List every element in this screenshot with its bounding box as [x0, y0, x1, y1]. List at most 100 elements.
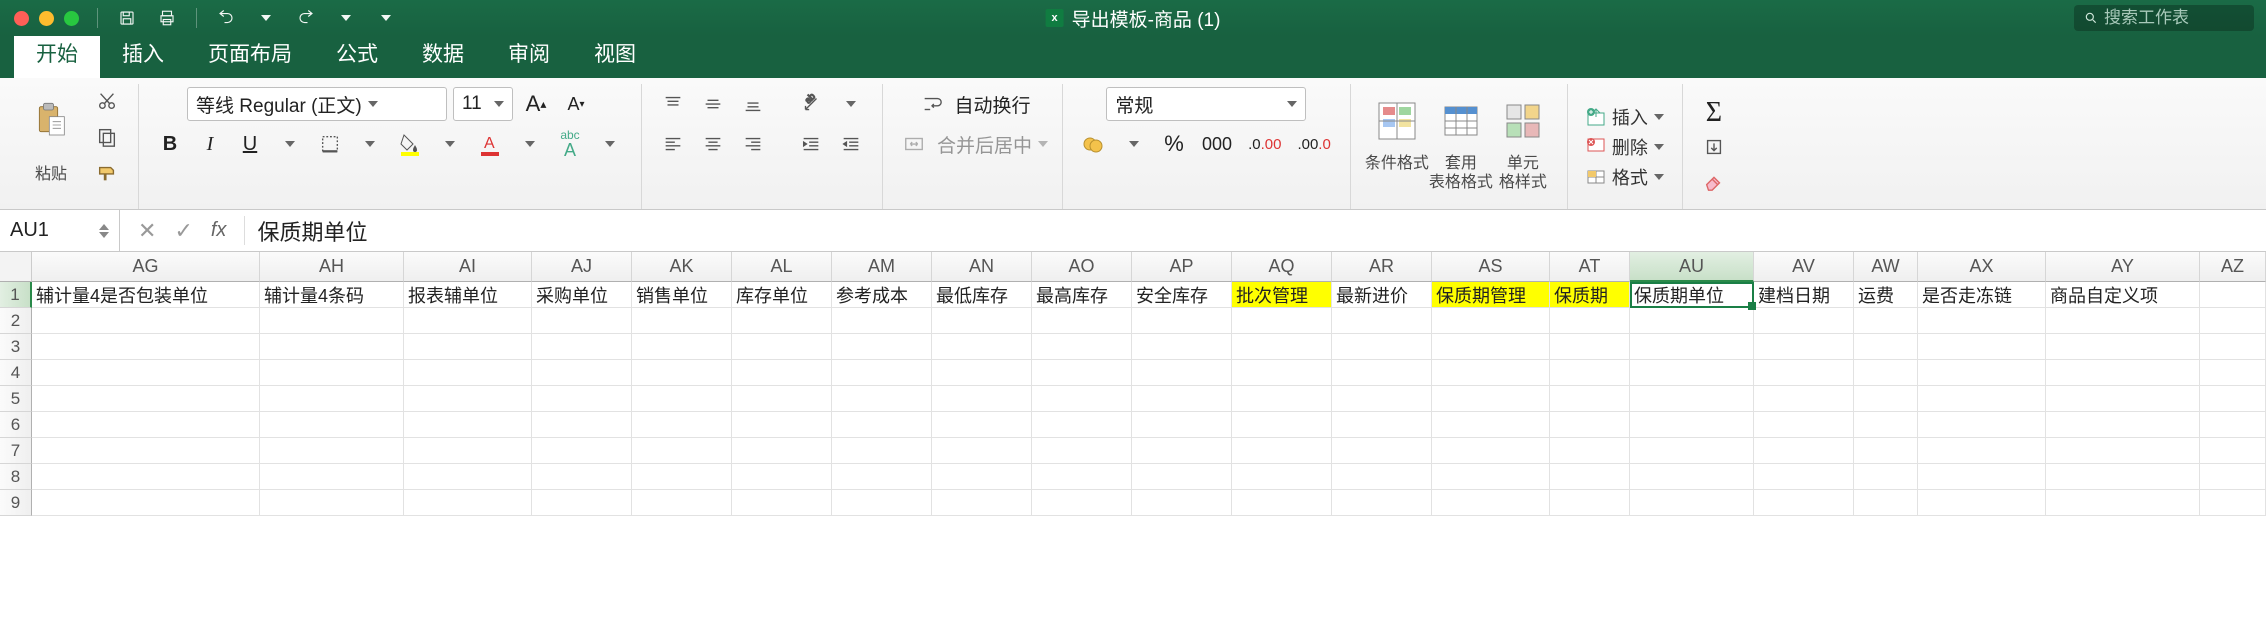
- cell-AX1[interactable]: 是否走冻链: [1918, 282, 2046, 308]
- cell-AG6[interactable]: [32, 412, 260, 438]
- cell-AO9[interactable]: [1032, 490, 1132, 516]
- cell-AY2[interactable]: [2046, 308, 2200, 334]
- cell-AG7[interactable]: [32, 438, 260, 464]
- cell-AP7[interactable]: [1132, 438, 1232, 464]
- bold-button[interactable]: B: [153, 127, 187, 161]
- shrink-font-button[interactable]: A▾: [559, 87, 593, 121]
- cell-AM7[interactable]: [832, 438, 932, 464]
- cell-AT9[interactable]: [1550, 490, 1630, 516]
- column-header-AV[interactable]: AV: [1754, 252, 1854, 282]
- cell-AZ7[interactable]: [2200, 438, 2266, 464]
- cell-AZ9[interactable]: [2200, 490, 2266, 516]
- cell-AP4[interactable]: [1132, 360, 1232, 386]
- percent-button[interactable]: %: [1157, 127, 1191, 161]
- font-color-dropdown[interactable]: [513, 127, 547, 161]
- cell-AJ6[interactable]: [532, 412, 632, 438]
- cut-button[interactable]: [90, 84, 124, 118]
- undo-button[interactable]: [211, 5, 241, 31]
- cell-AY1[interactable]: 商品自定义项: [2046, 282, 2200, 308]
- cell-AK7[interactable]: [632, 438, 732, 464]
- comma-button[interactable]: 000: [1197, 127, 1237, 161]
- cell-AY9[interactable]: [2046, 490, 2200, 516]
- cell-AO2[interactable]: [1032, 308, 1132, 334]
- cell-AJ1[interactable]: 采购单位: [532, 282, 632, 308]
- cell-AW8[interactable]: [1854, 464, 1918, 490]
- undo-dropdown[interactable]: [251, 5, 281, 31]
- italic-button[interactable]: I: [193, 127, 227, 161]
- cell-AO5[interactable]: [1032, 386, 1132, 412]
- font-size-select[interactable]: 11: [453, 87, 513, 121]
- cell-AQ3[interactable]: [1232, 334, 1332, 360]
- cell-AI2[interactable]: [404, 308, 532, 334]
- select-all-corner[interactable]: [0, 252, 32, 282]
- cell-AT7[interactable]: [1550, 438, 1630, 464]
- cell-AT8[interactable]: [1550, 464, 1630, 490]
- conditional-formatting-button[interactable]: [1367, 90, 1427, 152]
- cell-AH9[interactable]: [260, 490, 404, 516]
- cell-AQ1[interactable]: 批次管理: [1232, 282, 1332, 308]
- cell-AY8[interactable]: [2046, 464, 2200, 490]
- cell-AU9[interactable]: [1630, 490, 1754, 516]
- cell-AP8[interactable]: [1132, 464, 1232, 490]
- cell-AW3[interactable]: [1854, 334, 1918, 360]
- cell-AI6[interactable]: [404, 412, 532, 438]
- cell-AG8[interactable]: [32, 464, 260, 490]
- cell-AL5[interactable]: [732, 386, 832, 412]
- cell-AQ9[interactable]: [1232, 490, 1332, 516]
- row-header-3[interactable]: 3: [0, 334, 32, 360]
- cell-AU3[interactable]: [1630, 334, 1754, 360]
- search-sheet-box[interactable]: [2074, 5, 2254, 31]
- align-top-button[interactable]: [656, 87, 690, 121]
- cell-AM2[interactable]: [832, 308, 932, 334]
- cell-AT4[interactable]: [1550, 360, 1630, 386]
- cell-AP5[interactable]: [1132, 386, 1232, 412]
- column-header-AU[interactable]: AU: [1630, 252, 1754, 282]
- indent-increase-button[interactable]: [834, 127, 868, 161]
- cell-AX4[interactable]: [1918, 360, 2046, 386]
- cell-AW1[interactable]: 运费: [1854, 282, 1918, 308]
- cell-AU5[interactable]: [1630, 386, 1754, 412]
- cell-AQ6[interactable]: [1232, 412, 1332, 438]
- cell-AM9[interactable]: [832, 490, 932, 516]
- number-format-select[interactable]: 常规: [1106, 87, 1306, 121]
- cell-AQ8[interactable]: [1232, 464, 1332, 490]
- delete-cells-button[interactable]: 删除: [1582, 132, 1668, 162]
- cell-AR4[interactable]: [1332, 360, 1432, 386]
- cell-AZ5[interactable]: [2200, 386, 2266, 412]
- cell-AV8[interactable]: [1754, 464, 1854, 490]
- cell-AT5[interactable]: [1550, 386, 1630, 412]
- cell-AK3[interactable]: [632, 334, 732, 360]
- cell-AV7[interactable]: [1754, 438, 1854, 464]
- cell-AT6[interactable]: [1550, 412, 1630, 438]
- cell-AX3[interactable]: [1918, 334, 2046, 360]
- orientation-dropdown[interactable]: [834, 87, 868, 121]
- row-header-7[interactable]: 7: [0, 438, 32, 464]
- cell-AS8[interactable]: [1432, 464, 1550, 490]
- cell-AJ2[interactable]: [532, 308, 632, 334]
- cell-AV4[interactable]: [1754, 360, 1854, 386]
- cell-AX8[interactable]: [1918, 464, 2046, 490]
- cells-area[interactable]: 辅计量4是否包装单位辅计量4条码报表辅单位采购单位销售单位库存单位参考成本最低库…: [32, 282, 2266, 516]
- cell-AJ7[interactable]: [532, 438, 632, 464]
- cell-AS7[interactable]: [1432, 438, 1550, 464]
- row-header-9[interactable]: 9: [0, 490, 32, 516]
- cell-AH2[interactable]: [260, 308, 404, 334]
- cell-AY5[interactable]: [2046, 386, 2200, 412]
- cell-AN6[interactable]: [932, 412, 1032, 438]
- row-header-1[interactable]: 1: [0, 282, 32, 308]
- cell-AU1[interactable]: 保质期单位: [1630, 282, 1754, 308]
- wrap-text-label[interactable]: 自动换行: [955, 91, 1031, 118]
- cell-AS9[interactable]: [1432, 490, 1550, 516]
- cell-AY3[interactable]: [2046, 334, 2200, 360]
- column-header-AZ[interactable]: AZ: [2200, 252, 2266, 282]
- copy-button[interactable]: [90, 120, 124, 154]
- cell-AT2[interactable]: [1550, 308, 1630, 334]
- cell-AO4[interactable]: [1032, 360, 1132, 386]
- cell-AO7[interactable]: [1032, 438, 1132, 464]
- row-header-5[interactable]: 5: [0, 386, 32, 412]
- cell-AX7[interactable]: [1918, 438, 2046, 464]
- cell-AL8[interactable]: [732, 464, 832, 490]
- cell-AK5[interactable]: [632, 386, 732, 412]
- cell-AI4[interactable]: [404, 360, 532, 386]
- save-button[interactable]: [112, 5, 142, 31]
